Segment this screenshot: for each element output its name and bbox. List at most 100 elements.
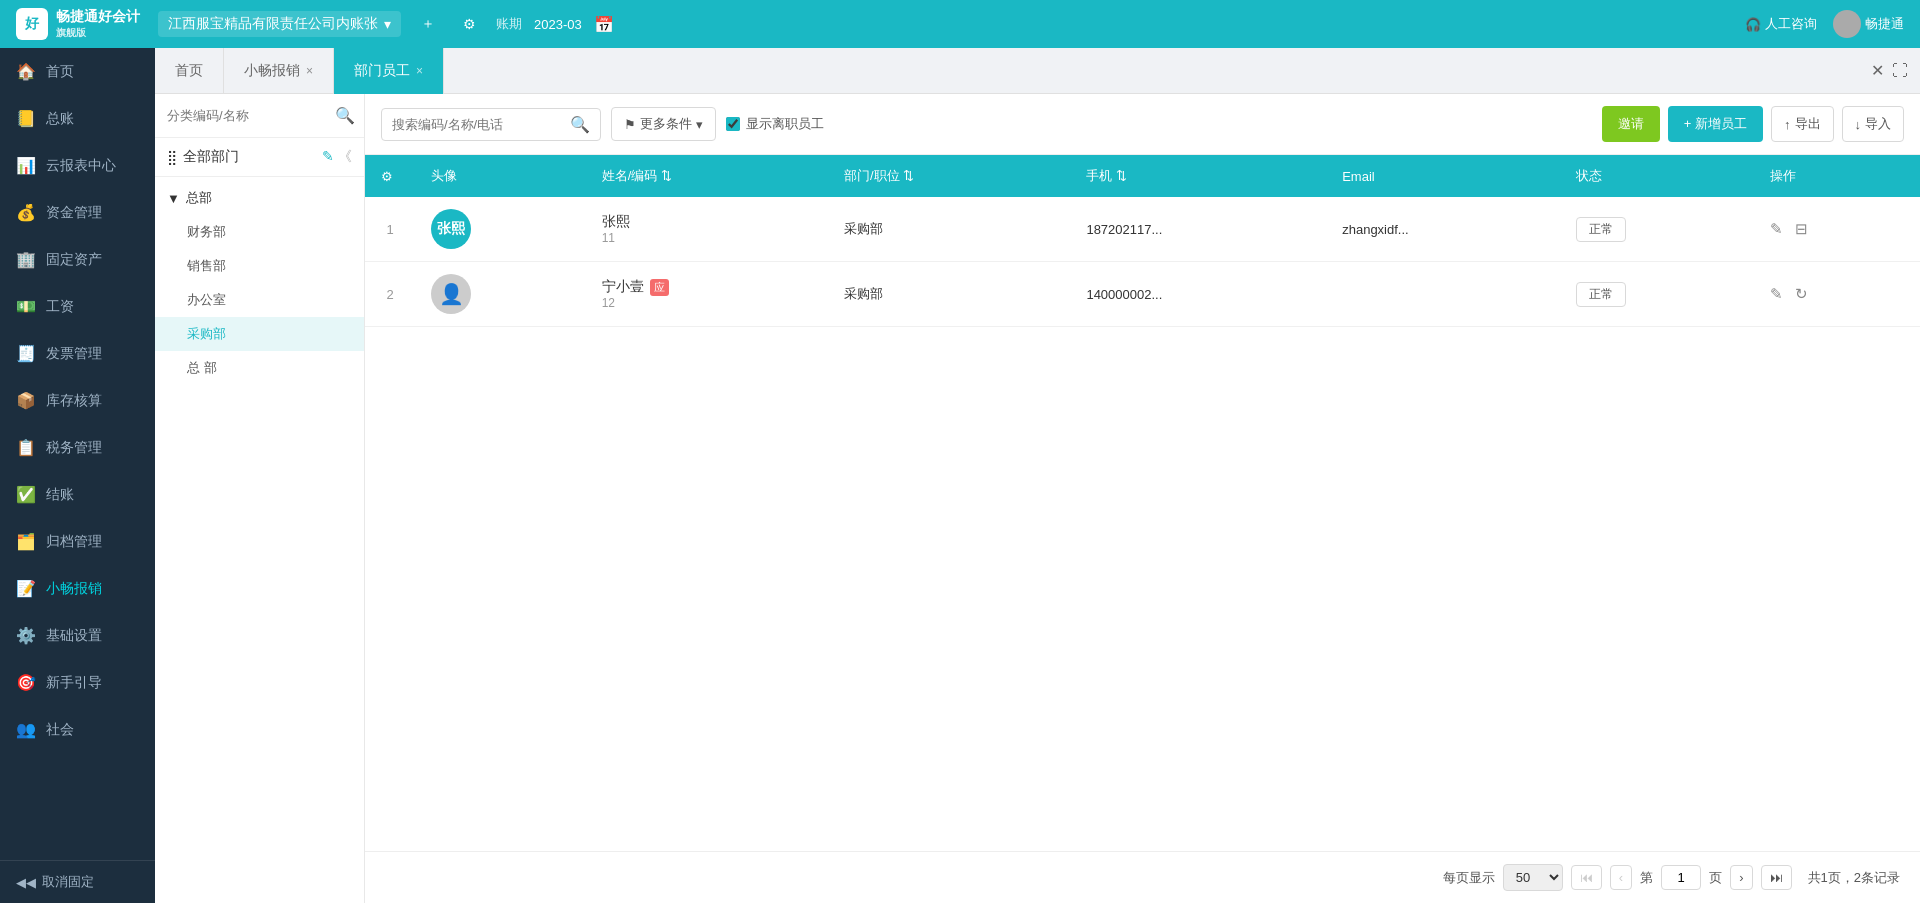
add-button[interactable]: ＋ (413, 11, 443, 37)
search-icon[interactable]: 🔍 (335, 106, 355, 125)
row-dept-1: 采购部 (828, 197, 1070, 262)
sidebar-item-label-expense: 小畅报销 (46, 580, 102, 598)
avatar-img-2: 👤 (431, 274, 471, 314)
basic-settings-icon: ⚙️ (16, 626, 36, 645)
employee-search-input[interactable] (392, 117, 564, 132)
sidebar-item-label-capital: 资金管理 (46, 204, 102, 222)
tab-expense-close[interactable]: × (306, 64, 313, 78)
sidebar-item-checkout[interactable]: ✅ 结账 (0, 471, 155, 518)
top-header: 好 畅捷通好会计 旗舰版 江西服宝精品有限责任公司内账张 ▾ ＋ ⚙ 账期 20… (0, 0, 1920, 48)
tab-home[interactable]: 首页 (155, 48, 224, 94)
logo-text: 畅捷通好会计 (56, 8, 140, 26)
all-dept-header[interactable]: ⣿ 全部部门 ✎ 《 (155, 138, 364, 177)
employee-table: ⚙ 头像 姓名/编码 ⇅ 部门/职位 ⇅ 手机 ⇅ (365, 155, 1920, 327)
user-area[interactable]: 畅捷通 (1833, 10, 1904, 38)
sidebar-item-tax[interactable]: 📋 税务管理 (0, 424, 155, 471)
dept-node-finance[interactable]: 财务部 (155, 215, 364, 249)
dept-node-purchasing[interactable]: 采购部 (155, 317, 364, 351)
invite-button[interactable]: 邀请 (1602, 106, 1660, 142)
dept-header-actions: ✎ 《 (322, 148, 352, 166)
ai-service-button[interactable]: 🎧 人工咨询 (1745, 15, 1817, 33)
dept-node-office[interactable]: 办公室 (155, 283, 364, 317)
show-resigned-label[interactable]: 显示离职员工 (726, 115, 824, 133)
sidebar-item-archive[interactable]: 🗂️ 归档管理 (0, 518, 155, 565)
th-actions: 操作 (1754, 155, 1920, 197)
sidebar-item-capital[interactable]: 💰 资金管理 (0, 189, 155, 236)
status-badge-2: 正常 (1576, 282, 1626, 307)
dept-finance-label: 财务部 (187, 223, 226, 241)
sidebar-item-inventory[interactable]: 📦 库存核算 (0, 377, 155, 424)
th-settings[interactable]: ⚙ (365, 155, 415, 197)
grid-icon: ⣿ (167, 149, 177, 165)
sidebar-item-reports[interactable]: 📊 云报表中心 (0, 142, 155, 189)
dept-node-general[interactable]: ▼ 总部 (155, 181, 364, 215)
last-page-button[interactable]: ⏭ (1761, 865, 1792, 890)
table-header-row: ⚙ 头像 姓名/编码 ⇅ 部门/职位 ⇅ 手机 ⇅ (365, 155, 1920, 197)
settings-gear-button[interactable]: ⚙ (455, 12, 484, 36)
row-actions-2: ✎ ↻ (1754, 262, 1920, 327)
archive-icon: 🗂️ (16, 532, 36, 551)
tab-expand-button[interactable]: ⛶ (1888, 57, 1912, 84)
th-dept-position[interactable]: 部门/职位 ⇅ (828, 155, 1070, 197)
ledger-icon: 📒 (16, 109, 36, 128)
sidebar-item-assets[interactable]: 🏢 固定资产 (0, 236, 155, 283)
edit-employee-1-button[interactable]: ✎ (1770, 220, 1783, 238)
per-page-label: 每页显示 (1443, 869, 1495, 887)
row-dept-2: 采购部 (828, 262, 1070, 327)
first-page-button[interactable]: ⏮ (1571, 865, 1602, 890)
content-area: 首页 小畅报销 × 部门员工 × ✕ ⛶ 🔍 (155, 48, 1920, 903)
sidebar-item-expense[interactable]: 📝 小畅报销 (0, 565, 155, 612)
th-phone[interactable]: 手机 ⇅ (1070, 155, 1326, 197)
page-number-input[interactable] (1661, 865, 1701, 890)
th-name-code[interactable]: 姓名/编码 ⇅ (586, 155, 828, 197)
tab-employees[interactable]: 部门员工 × (334, 48, 444, 94)
main-layout: 🏠 首页 📒 总账 📊 云报表中心 💰 资金管理 🏢 固定资产 💵 工资 🧾 发… (0, 48, 1920, 903)
employee-search-box[interactable]: 🔍 (381, 108, 601, 141)
sidebar-item-salary[interactable]: 💵 工资 (0, 283, 155, 330)
toolbar: 🔍 ⚑ 更多条件 ▾ 显示离职员工 邀请 + 新增员工 (365, 94, 1920, 155)
filter-label: 更多条件 (640, 115, 692, 133)
more-filter-button[interactable]: ⚑ 更多条件 ▾ (611, 107, 716, 141)
sidebar-item-home[interactable]: 🏠 首页 (0, 48, 155, 95)
add-employee-button[interactable]: + 新增员工 (1668, 106, 1763, 142)
dept-node-headquarters[interactable]: 总 部 (155, 351, 364, 385)
calendar-icon[interactable]: 📅 (594, 15, 614, 34)
sidebar-item-social[interactable]: 👥 社会 (0, 706, 155, 753)
show-resigned-checkbox[interactable] (726, 117, 740, 131)
search-icon[interactable]: 🔍 (570, 115, 590, 134)
refresh-employee-2-button[interactable]: ↻ (1795, 285, 1808, 303)
all-dept-label: 全部部门 (183, 148, 239, 166)
collapse-icon[interactable]: 《 (338, 148, 352, 166)
th-email: Email (1326, 155, 1559, 197)
prev-page-button[interactable]: ‹ (1610, 865, 1632, 890)
dept-node-sales[interactable]: 销售部 (155, 249, 364, 283)
expense-icon: 📝 (16, 579, 36, 598)
tab-employees-close[interactable]: × (416, 64, 423, 78)
sidebar-item-guide[interactable]: 🎯 新手引导 (0, 659, 155, 706)
per-page-select[interactable]: 50 100 200 (1503, 864, 1563, 891)
company-selector[interactable]: 江西服宝精品有限责任公司内账张 ▾ (158, 11, 401, 37)
column-settings-icon[interactable]: ⚙ (381, 169, 393, 184)
import-button[interactable]: ↓ 导入 (1842, 106, 1905, 142)
sidebar-item-label-inventory: 库存核算 (46, 392, 102, 410)
export-button[interactable]: ↑ 导出 (1771, 106, 1834, 142)
employee-name-2: 宁小壹 (602, 278, 644, 296)
sidebar-item-label-archive: 归档管理 (46, 533, 102, 551)
tab-close-all-button[interactable]: ✕ (1867, 57, 1888, 84)
edit-dept-icon[interactable]: ✎ (322, 148, 334, 166)
next-page-button[interactable]: › (1730, 865, 1752, 890)
row-email-1: zhangxidf... (1326, 197, 1559, 262)
cancel-pin-button[interactable]: ◀◀ 取消固定 (0, 860, 155, 903)
sidebar-item-settings[interactable]: ⚙️ 基础设置 (0, 612, 155, 659)
headset-icon: 🎧 (1745, 17, 1761, 32)
chevron-down-icon: ▾ (384, 16, 391, 32)
edit-employee-2-button[interactable]: ✎ (1770, 285, 1783, 303)
tab-expense[interactable]: 小畅报销 × (224, 48, 334, 94)
toolbar-right-actions: 邀请 + 新增员工 ↑ 导出 ↓ 导入 (1602, 106, 1904, 142)
employee-code-2: 12 (602, 296, 812, 310)
sidebar-item-ledger[interactable]: 📒 总账 (0, 95, 155, 142)
sidebar-item-invoice[interactable]: 🧾 发票管理 (0, 330, 155, 377)
remove-employee-1-button[interactable]: ⊟ (1795, 220, 1808, 238)
tab-expense-label: 小畅报销 (244, 62, 300, 80)
dept-search-input[interactable] (167, 108, 335, 123)
